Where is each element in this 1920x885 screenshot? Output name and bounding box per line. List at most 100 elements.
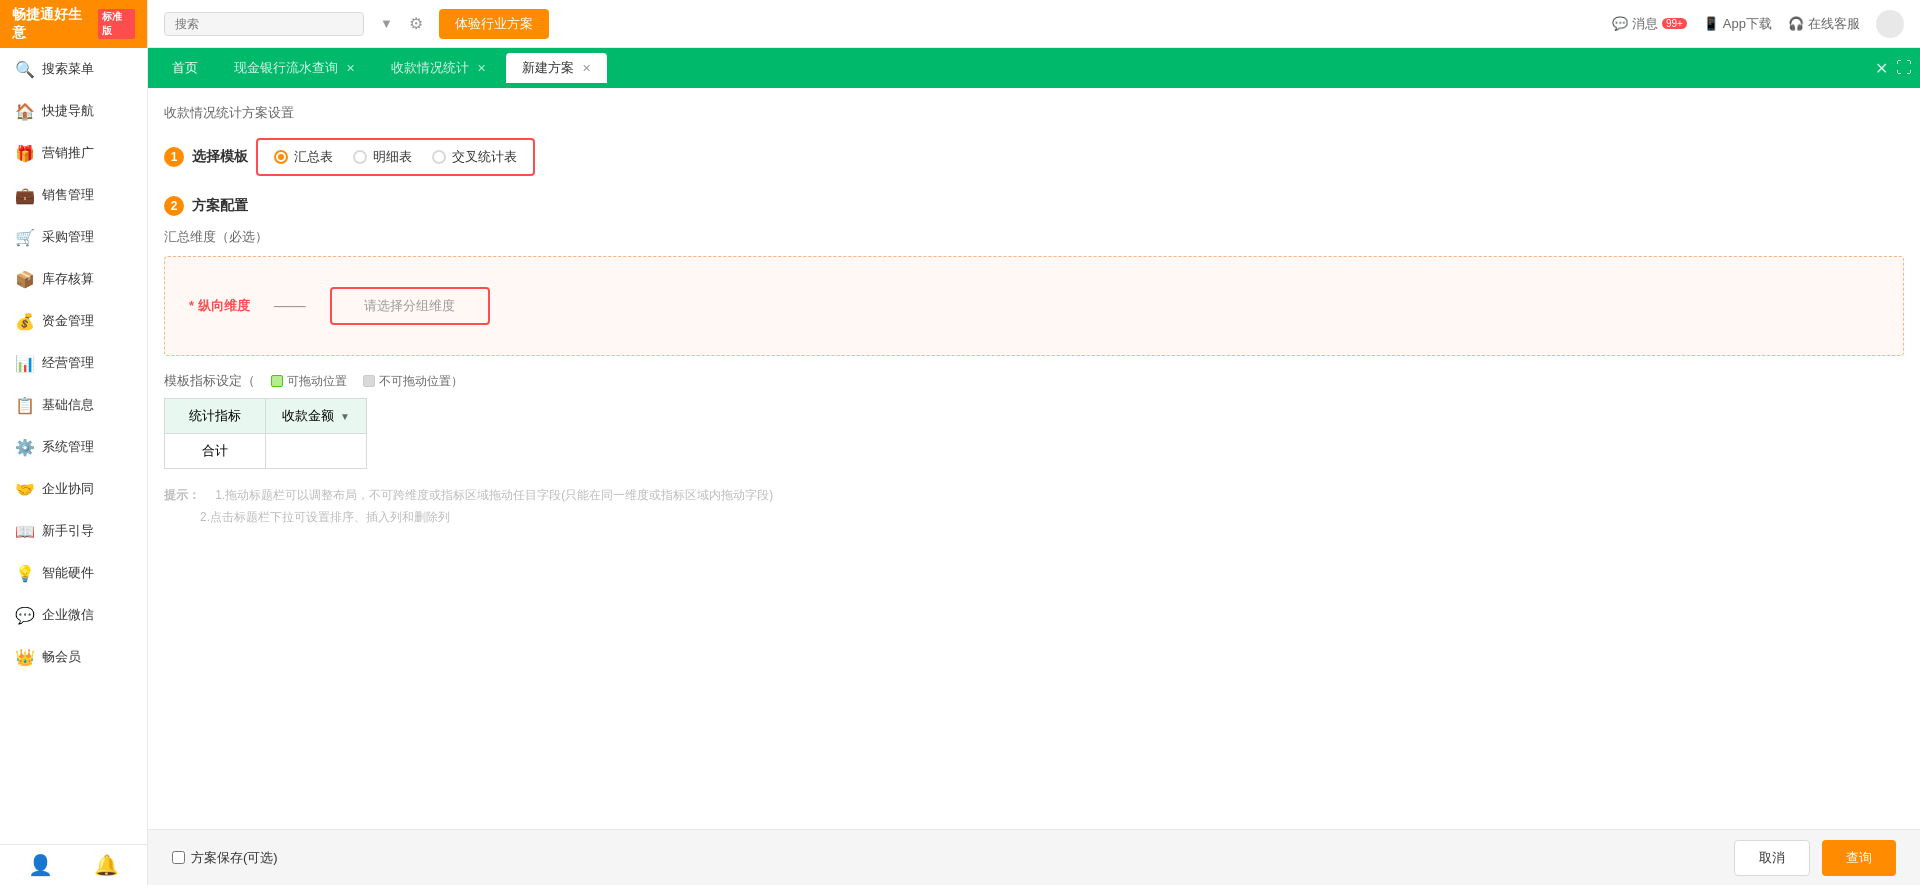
draggable-label: 可拖动位置 <box>287 373 347 390</box>
save-checkbox-label[interactable]: 方案保存(可选) <box>172 849 278 867</box>
save-checkbox[interactable] <box>172 851 185 864</box>
message-item[interactable]: 💬 消息 99+ <box>1612 15 1687 33</box>
tips: 提示： 1.拖动标题栏可以调整布局，不可跨维度或指标区域拖动任目字段(只能在同一… <box>164 485 1904 528</box>
sidebar-icon-marketing: 🎁 <box>16 144 34 162</box>
radio-cross-dot <box>432 150 446 164</box>
sidebar-icon-inventory: 📦 <box>16 270 34 288</box>
tab-home[interactable]: 首页 <box>156 53 214 83</box>
non-draggable-dot <box>363 375 375 387</box>
save-label: 方案保存(可选) <box>191 849 278 867</box>
main-area: ▼ ⚙ 体验行业方案 💬 消息 99+ 📱 App下载 🎧 在线客服 首页 <box>148 0 1920 885</box>
tab-home-label: 首页 <box>172 59 198 77</box>
tab-cashbank-close[interactable]: ✕ <box>346 62 355 75</box>
radio-detail[interactable]: 明细表 <box>353 148 412 166</box>
topbar-actions: 💬 消息 99+ 📱 App下载 🎧 在线客服 <box>1612 10 1904 38</box>
row-label-text: 合计 <box>202 443 228 458</box>
sidebar-icon-quick-nav: 🏠 <box>16 102 34 120</box>
indicator-header: 模板指标设定（ 可拖动位置 不可拖动位置） <box>164 372 1904 390</box>
indicator-group-label: 统计指标 <box>189 408 241 423</box>
indicator-row-cell <box>266 434 367 469</box>
sidebar-icon-management: 📊 <box>16 354 34 372</box>
radio-detail-dot <box>353 150 367 164</box>
config-subtitle: 汇总维度（必选） <box>164 228 1904 246</box>
step2-num: 2 <box>164 196 184 216</box>
step1-section: 1 选择模板 汇总表 明细表 交叉统计表 <box>164 138 1904 176</box>
window-close-btn[interactable]: ✕ <box>1875 59 1888 78</box>
sidebar-icon-purchase: 🛒 <box>16 228 34 246</box>
sidebar-logo: 畅捷通好生意 标准版 <box>0 0 147 48</box>
tab-cashbank[interactable]: 现金银行流水查询 ✕ <box>218 53 371 83</box>
dim-selector[interactable]: 请选择分组维度 <box>330 287 490 325</box>
tab-receipts-label: 收款情况统计 <box>391 59 469 77</box>
step2-header: 2 方案配置 <box>164 196 1904 216</box>
sidebar-icon-finance: 💰 <box>16 312 34 330</box>
sidebar-label-purchase: 采购管理 <box>42 228 94 246</box>
sidebar-item-member[interactable]: 👑畅会员 <box>0 636 147 678</box>
window-controls: ✕ ⛶ <box>1875 59 1912 78</box>
service-icon: 🎧 <box>1788 16 1804 31</box>
radio-summary-label: 汇总表 <box>294 148 333 166</box>
sidebar-item-system[interactable]: ⚙️系统管理 <box>0 426 147 468</box>
sidebar-label-smart-hw: 智能硬件 <box>42 564 94 582</box>
app-download-label: App下载 <box>1723 15 1772 33</box>
sidebar-item-base-info[interactable]: 📋基础信息 <box>0 384 147 426</box>
sidebar-bottom-icon1[interactable]: 👤 <box>28 853 53 877</box>
sidebar-icon-sales: 💼 <box>16 186 34 204</box>
tab-receipts-close[interactable]: ✕ <box>477 62 486 75</box>
tab-newscheme-close[interactable]: ✕ <box>582 62 591 75</box>
col-header-text: 收款金额 <box>282 407 334 425</box>
cancel-button[interactable]: 取消 <box>1734 840 1810 876</box>
tabbar: 首页 现金银行流水查询 ✕ 收款情况统计 ✕ 新建方案 ✕ ✕ ⛶ <box>148 48 1920 88</box>
sidebar-icon-member: 👑 <box>16 648 34 666</box>
tab-receipts[interactable]: 收款情况统计 ✕ <box>375 53 502 83</box>
sidebar-bottom-icon2[interactable]: 🔔 <box>94 853 119 877</box>
app-download-item[interactable]: 📱 App下载 <box>1703 15 1772 33</box>
tips-title: 提示： <box>164 488 200 502</box>
draggable-dot <box>271 375 283 387</box>
radio-summary[interactable]: 汇总表 <box>274 148 333 166</box>
dimension-area: * 纵向维度 —— 请选择分组维度 <box>164 256 1904 356</box>
sidebar-label-inventory: 库存核算 <box>42 270 94 288</box>
sidebar-item-wechat[interactable]: 💬企业微信 <box>0 594 147 636</box>
draggable-badge: 可拖动位置 <box>271 373 347 390</box>
sidebar-item-finance[interactable]: 💰 资金管理 <box>0 300 147 342</box>
sidebar-label-sales: 销售管理 <box>42 186 94 204</box>
query-button[interactable]: 查询 <box>1822 840 1896 876</box>
tab-cashbank-label: 现金银行流水查询 <box>234 59 338 77</box>
non-draggable-label: 不可拖动位置） <box>379 373 463 390</box>
sidebar-item-management[interactable]: 📊 经营管理 <box>0 342 147 384</box>
sidebar-item-purchase[interactable]: 🛒 采购管理 <box>0 216 147 258</box>
search-input[interactable] <box>164 12 364 36</box>
message-label: 消息 <box>1632 15 1658 33</box>
online-service-label: 在线客服 <box>1808 15 1860 33</box>
sidebar-item-search-menu[interactable]: 🔍搜索菜单 <box>0 48 147 90</box>
sidebar-item-marketing[interactable]: 🎁营销推广 <box>0 132 147 174</box>
sidebar-item-quick-nav[interactable]: 🏠快捷导航 <box>0 90 147 132</box>
message-badge: 99+ <box>1662 18 1687 29</box>
user-avatar[interactable] <box>1876 10 1904 38</box>
sidebar-bottom: 👤 🔔 <box>0 844 147 885</box>
sidebar-item-sales[interactable]: 💼 销售管理 <box>0 174 147 216</box>
topbar-dropdown-icon[interactable]: ▼ <box>380 16 393 31</box>
window-maximize-btn[interactable]: ⛶ <box>1896 59 1912 78</box>
step1-title: 选择模板 <box>192 148 248 166</box>
step1-header: 1 选择模板 汇总表 明细表 交叉统计表 <box>164 138 1904 176</box>
sidebar-item-enterprise[interactable]: 🤝企业协同 <box>0 468 147 510</box>
template-box: 汇总表 明细表 交叉统计表 <box>256 138 535 176</box>
industry-btn[interactable]: 体验行业方案 <box>439 9 549 39</box>
tab-newscheme[interactable]: 新建方案 ✕ <box>506 53 607 83</box>
sidebar-label-finance: 资金管理 <box>42 312 94 330</box>
col-dropdown-arrow[interactable]: ▼ <box>340 411 350 422</box>
sidebar-item-guide[interactable]: 📖新手引导 <box>0 510 147 552</box>
sidebar-label-management: 经营管理 <box>42 354 94 372</box>
page-title: 收款情况统计方案设置 <box>164 104 1904 122</box>
sidebar-item-smart-hw[interactable]: 💡 智能硬件 <box>0 552 147 594</box>
tip1: 1.拖动标题栏可以调整布局，不可跨维度或指标区域拖动任目字段(只能在同一维度或指… <box>203 488 773 502</box>
sidebar-label-search-menu: 搜索菜单 <box>42 60 94 78</box>
topbar-gear-icon[interactable]: ⚙ <box>409 14 423 33</box>
radio-summary-dot <box>274 150 288 164</box>
radio-cross[interactable]: 交叉统计表 <box>432 148 517 166</box>
sidebar-icon-smart-hw: 💡 <box>16 564 34 582</box>
online-service-item[interactable]: 🎧 在线客服 <box>1788 15 1860 33</box>
sidebar-item-inventory[interactable]: 📦 库存核算 <box>0 258 147 300</box>
